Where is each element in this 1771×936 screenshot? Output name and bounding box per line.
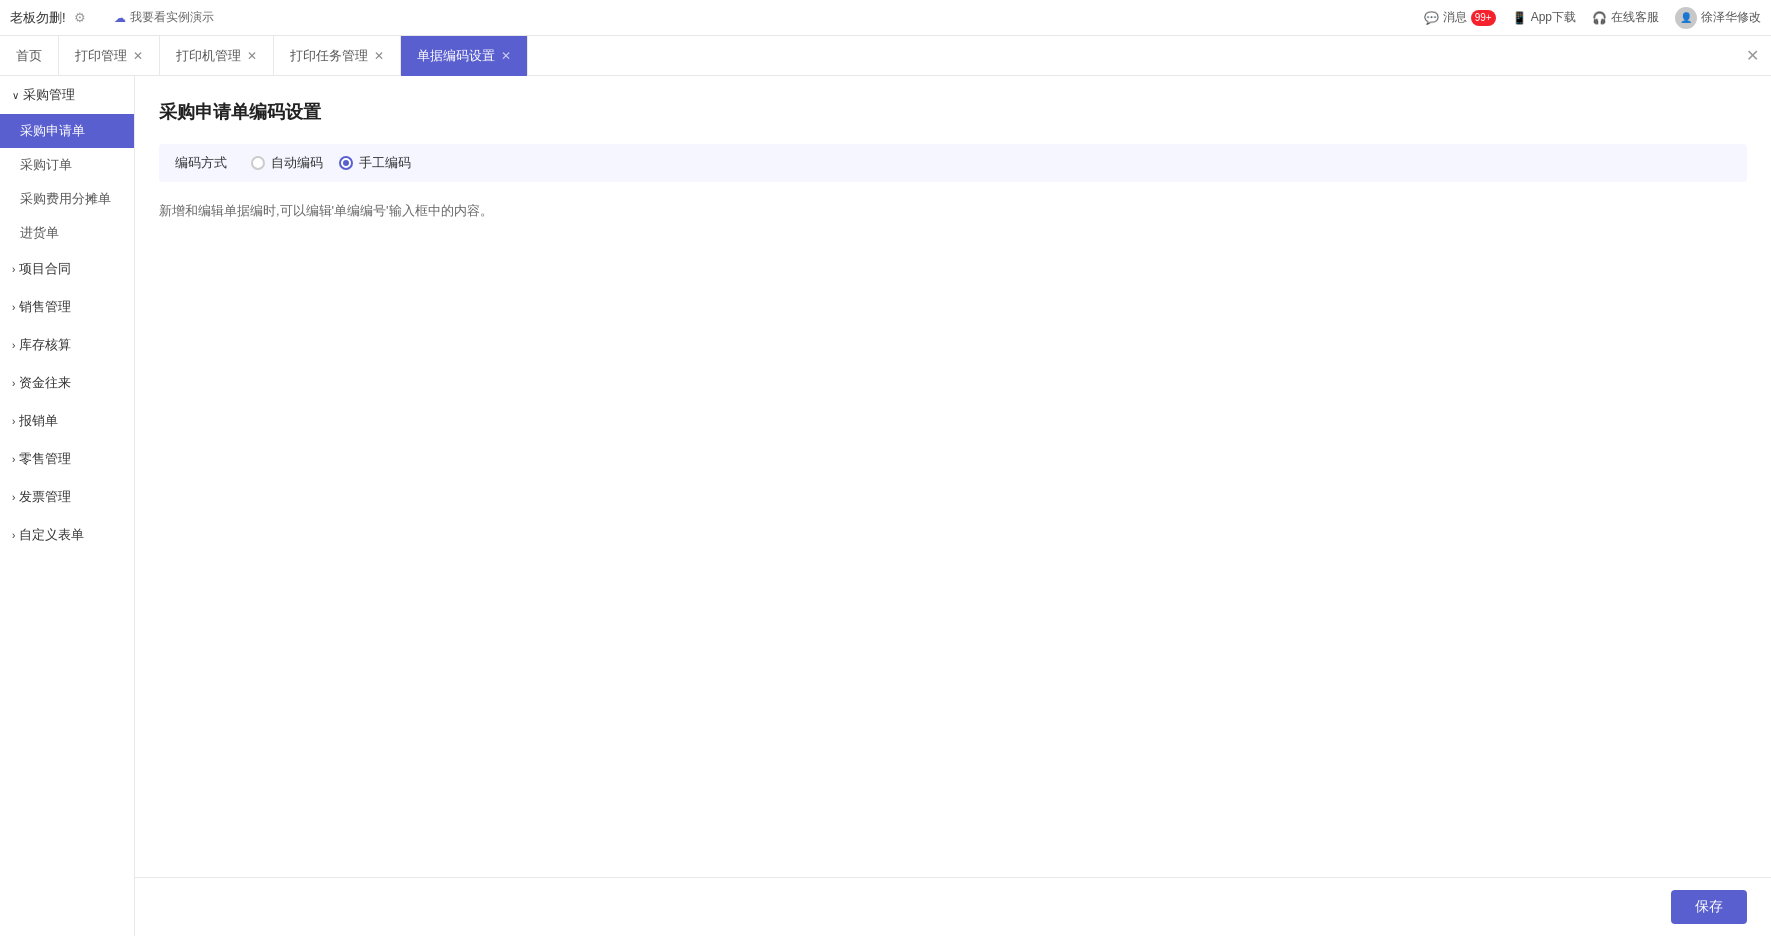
main-layout: ∨ 采购管理 采购申请单 采购订单 采购费用分摊单 进货单 › 项目合同 › 销…	[0, 76, 1771, 936]
manual-code-radio-circle	[339, 156, 353, 170]
sidebar-group-retail[interactable]: › 零售管理	[0, 440, 134, 478]
top-bar: 老板勿删! ⚙ ☁ 我要看实例演示 💬 消息 99+ 📱 App下载 🎧 在线客…	[0, 0, 1771, 36]
tab-print-management[interactable]: 打印管理 ✕	[59, 36, 160, 76]
chevron-right-icon-6: ›	[12, 454, 15, 465]
encoding-label: 编码方式	[175, 154, 227, 172]
manual-code-radio[interactable]: 手工编码	[339, 154, 411, 172]
app-title: 老板勿删!	[10, 9, 66, 27]
content-area: 采购申请单编码设置 编码方式 自动编码 手工编码 新增和编辑单据编时,可以编辑'…	[135, 76, 1771, 936]
encoding-row: 编码方式 自动编码 手工编码	[159, 144, 1747, 182]
user-menu[interactable]: 👤 徐泽华修改	[1675, 7, 1761, 29]
chevron-right-icon-5: ›	[12, 416, 15, 427]
message-icon: 💬	[1424, 11, 1439, 25]
content-inner: 采购申请单编码设置 编码方式 自动编码 手工编码 新增和编辑单据编时,可以编辑'…	[135, 76, 1771, 877]
user-avatar: 👤	[1675, 7, 1697, 29]
tab-bar: 首页 打印管理 ✕ 打印机管理 ✕ 打印任务管理 ✕ 单据编码设置 ✕ ✕	[0, 36, 1771, 76]
sidebar-group-inventory[interactable]: › 库存核算	[0, 326, 134, 364]
sidebar-group-expense-claim[interactable]: › 报销单	[0, 402, 134, 440]
tab-close-printer-management[interactable]: ✕	[247, 49, 257, 63]
sidebar-item-incoming[interactable]: 进货单	[0, 216, 134, 250]
message-button[interactable]: 💬 消息 99+	[1424, 9, 1496, 26]
headset-icon: 🎧	[1592, 11, 1607, 25]
top-bar-left: 老板勿删! ⚙ ☁ 我要看实例演示	[10, 9, 1424, 27]
settings-icon[interactable]: ⚙	[74, 10, 86, 25]
sidebar-group-purchase[interactable]: ∨ 采购管理	[0, 76, 134, 114]
sidebar-group-project[interactable]: › 项目合同	[0, 250, 134, 288]
save-button[interactable]: 保存	[1671, 890, 1747, 924]
chevron-down-icon: ∨	[12, 90, 19, 101]
demo-link[interactable]: ☁ 我要看实例演示	[114, 9, 214, 26]
chevron-right-icon: ›	[12, 264, 15, 275]
tab-close-encoding[interactable]: ✕	[501, 49, 511, 63]
footer-bar: 保存	[135, 877, 1771, 936]
sidebar-item-purchase-expense[interactable]: 采购费用分摊单	[0, 182, 134, 216]
cloud-icon: ☁	[114, 11, 126, 25]
sidebar-item-purchase-order[interactable]: 采购订单	[0, 148, 134, 182]
tab-print-task-management[interactable]: 打印任务管理 ✕	[274, 36, 401, 76]
online-service-button[interactable]: 🎧 在线客服	[1592, 9, 1659, 26]
chevron-right-icon-3: ›	[12, 340, 15, 351]
top-bar-right: 💬 消息 99+ 📱 App下载 🎧 在线客服 👤 徐泽华修改	[1424, 7, 1761, 29]
page-title: 采购申请单编码设置	[159, 100, 1747, 124]
encoding-radio-group: 自动编码 手工编码	[251, 154, 411, 172]
phone-icon: 📱	[1512, 11, 1527, 25]
tab-home[interactable]: 首页	[0, 36, 59, 76]
auto-code-radio-circle	[251, 156, 265, 170]
sidebar-group-sales[interactable]: › 销售管理	[0, 288, 134, 326]
sidebar-group-custom-form[interactable]: › 自定义表单	[0, 516, 134, 554]
chevron-right-icon-7: ›	[12, 492, 15, 503]
auto-code-radio[interactable]: 自动编码	[251, 154, 323, 172]
chevron-right-icon-4: ›	[12, 378, 15, 389]
sidebar-item-purchase-request[interactable]: 采购申请单	[0, 114, 134, 148]
app-download-button[interactable]: 📱 App下载	[1512, 9, 1576, 26]
chevron-right-icon-8: ›	[12, 530, 15, 541]
chevron-right-icon-2: ›	[12, 302, 15, 313]
tab-bar-close-button[interactable]: ✕	[1734, 46, 1771, 65]
sidebar-group-funds[interactable]: › 资金往来	[0, 364, 134, 402]
sidebar: ∨ 采购管理 采购申请单 采购订单 采购费用分摊单 进货单 › 项目合同 › 销…	[0, 76, 135, 936]
tab-printer-management[interactable]: 打印机管理 ✕	[160, 36, 274, 76]
tab-encoding-settings[interactable]: 单据编码设置 ✕	[401, 36, 528, 76]
hint-text: 新增和编辑单据编时,可以编辑'单编编号'输入框中的内容。	[159, 202, 1747, 220]
tab-close-print-task[interactable]: ✕	[374, 49, 384, 63]
sidebar-group-invoice[interactable]: › 发票管理	[0, 478, 134, 516]
tab-close-print-management[interactable]: ✕	[133, 49, 143, 63]
message-badge: 99+	[1471, 10, 1496, 26]
